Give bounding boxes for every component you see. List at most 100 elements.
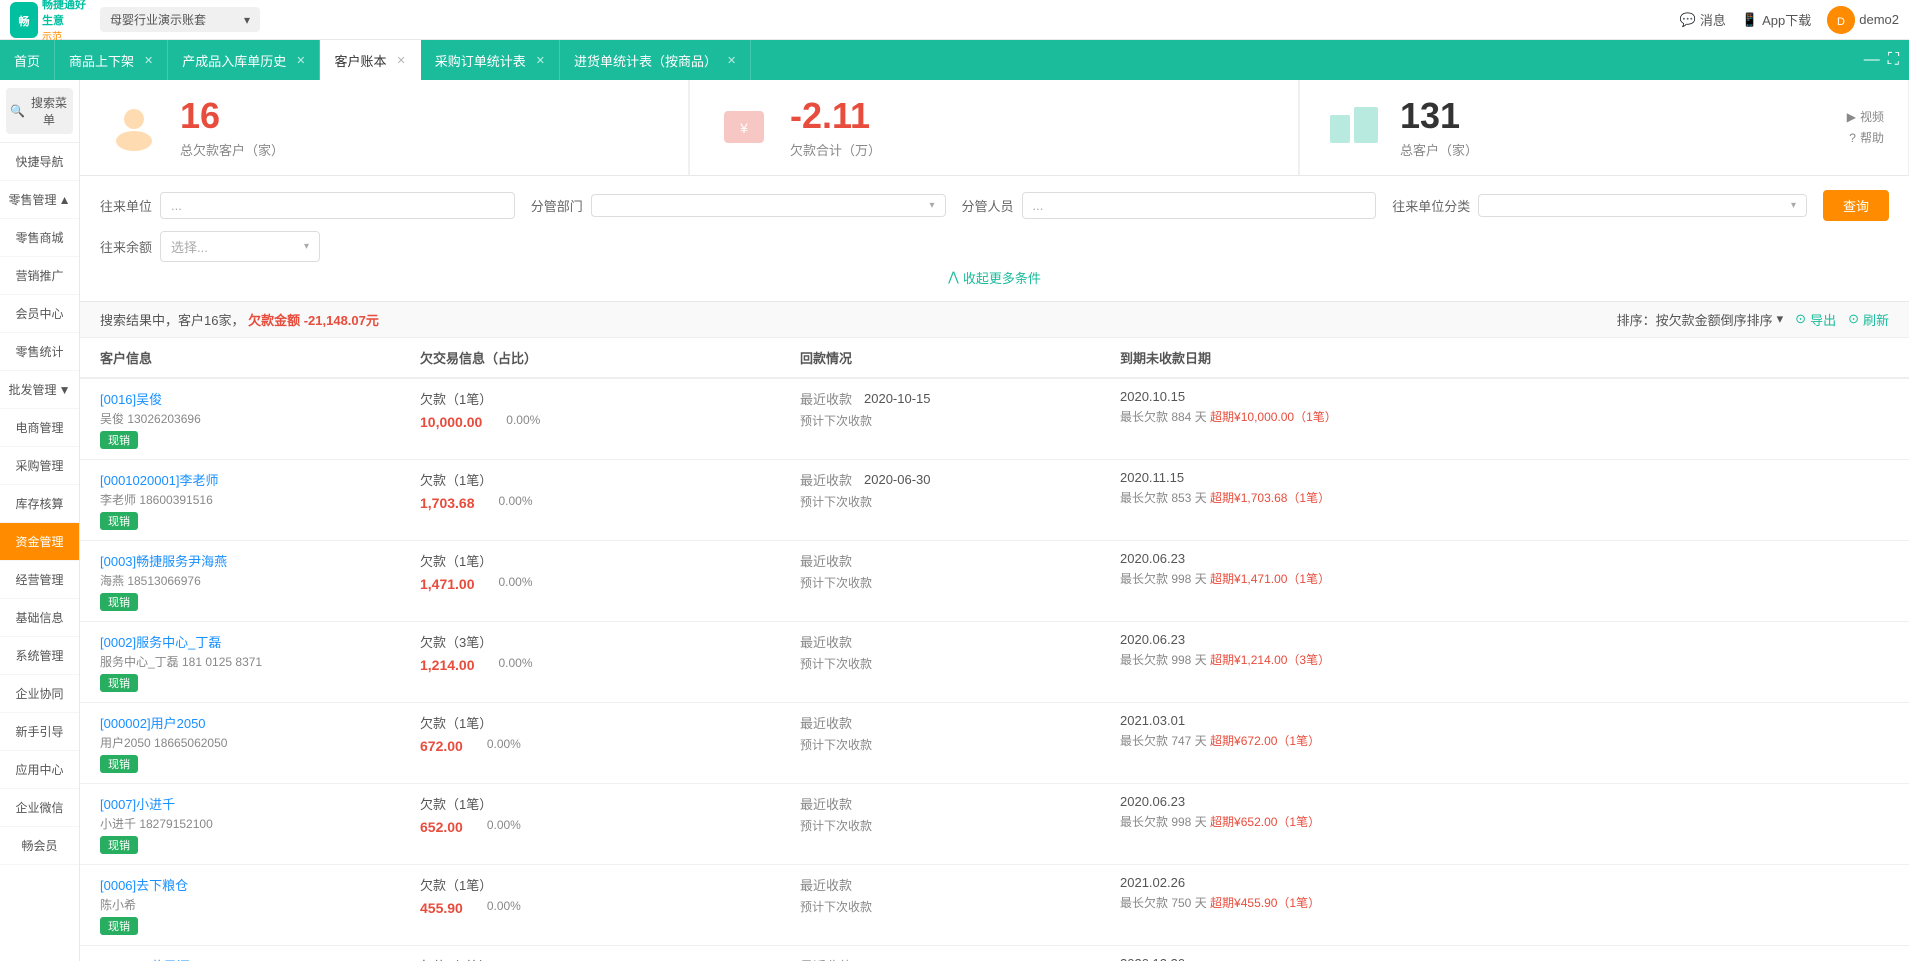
- sidebar-item-inventory[interactable]: 库存核算: [0, 485, 79, 523]
- customer-tag-1: 现销: [100, 512, 138, 530]
- due-date-6: 2021.02.26: [1120, 875, 1889, 890]
- store-selector[interactable]: 母婴行业演示账套 ▾: [100, 7, 260, 32]
- tab-close-import-stats[interactable]: ✕: [727, 54, 736, 67]
- sidebar-item-batch-mgmt[interactable]: 批发管理 ▼: [0, 371, 79, 409]
- from-unit-input[interactable]: ...: [160, 192, 515, 219]
- customer-contact-4: 用户2050 18665062050: [100, 734, 420, 751]
- balance-select[interactable]: 选择... ▾: [160, 231, 320, 262]
- tab-minimize-button[interactable]: —: [1864, 51, 1880, 69]
- tab-maximize-button[interactable]: ⛶: [1888, 51, 1899, 69]
- sidebar-item-purchase-mgmt[interactable]: 采购管理: [0, 447, 79, 485]
- overdue-link-6[interactable]: 超期¥455.90（1笔）: [1210, 896, 1320, 910]
- overdue-link-4[interactable]: 超期¥672.00（1笔）: [1210, 734, 1320, 748]
- app-download-button[interactable]: 📱 App下载: [1742, 10, 1811, 29]
- sidebar-item-app-center[interactable]: 应用中心: [0, 751, 79, 789]
- sidebar-item-business-mgmt[interactable]: 经营管理: [0, 561, 79, 599]
- sidebar-search-area: 🔍 搜索菜单: [0, 80, 79, 143]
- person-input[interactable]: ...: [1022, 192, 1377, 219]
- debt-row-4: 672.00 0.00%: [420, 734, 800, 754]
- sidebar-item-marketing[interactable]: 营销推广: [0, 257, 79, 295]
- recovery-row-2: 最近收款: [800, 551, 1120, 570]
- sidebar-item-capital-mgmt[interactable]: 资金管理: [0, 523, 79, 561]
- department-arrow-icon: ▾: [929, 200, 934, 211]
- tab-home[interactable]: 首页: [0, 40, 55, 80]
- sidebar-item-system-mgmt[interactable]: 系统管理: [0, 637, 79, 675]
- stat-debt-customers: 16 总欠款客户（家）: [80, 80, 689, 175]
- debt-amount-1: 1,703.68: [420, 495, 475, 511]
- stat-debt-amount-info: -2.11 欠款合计（万）: [790, 96, 881, 159]
- overdue-link-2[interactable]: 超期¥1,471.00（1笔）: [1210, 572, 1330, 586]
- unit-category-select[interactable]: ▾: [1478, 194, 1807, 217]
- customer-name-6[interactable]: [0006]去下粮仓: [100, 875, 420, 894]
- logo-icon: 畅: [10, 2, 38, 38]
- recovery-next-3: 预计下次收款: [800, 655, 1120, 672]
- customer-name-0[interactable]: [0016]吴俊: [100, 389, 420, 408]
- sort-select[interactable]: 排序：按欠款金额倒序排序 ▾: [1617, 310, 1784, 329]
- tab-production-history[interactable]: 产成品入库单历史 ✕: [168, 40, 320, 80]
- message-icon: 💬: [1680, 12, 1696, 28]
- search-button[interactable]: 查询: [1823, 190, 1889, 221]
- filter-from-unit: 往来单位 ...: [100, 192, 515, 219]
- search-menu-button[interactable]: 🔍 搜索菜单: [6, 88, 73, 134]
- customer-name-2[interactable]: [0003]畅捷服务尹海燕: [100, 551, 420, 570]
- sidebar-item-ecommerce[interactable]: 电商管理: [0, 409, 79, 447]
- sidebar-item-enterprise-wechat[interactable]: 企业微信: [0, 789, 79, 827]
- overdue-link-0[interactable]: 超期¥10,000.00（1笔）: [1210, 410, 1337, 424]
- due-date-0: 2020.10.15: [1120, 389, 1889, 404]
- due-info-4: 2021.03.01 最长欠款 747 天 超期¥672.00（1笔）: [1120, 713, 1889, 749]
- sidebar-item-quick-nav[interactable]: 快捷导航: [0, 143, 79, 181]
- customer-name-5[interactable]: [0007]小进千: [100, 794, 420, 813]
- stat-total-customers-info: 131 总客户（家）: [1400, 96, 1478, 159]
- sidebar-item-member-center[interactable]: 会员中心: [0, 295, 79, 333]
- message-button[interactable]: 💬 消息: [1680, 10, 1726, 29]
- debt-info-0: 欠款（1笔） 10,000.00 0.00%: [420, 389, 800, 430]
- sidebar-item-retail-stats[interactable]: 零售统计: [0, 333, 79, 371]
- overdue-link-1[interactable]: 超期¥1,703.68（1笔）: [1210, 491, 1330, 505]
- customer-name-4[interactable]: [000002]用户2050: [100, 713, 420, 732]
- sidebar-item-retail-mall[interactable]: 零售商城: [0, 219, 79, 257]
- customer-name-1[interactable]: [0001020001]李老师: [100, 470, 420, 489]
- filter-row-1: 往来单位 ... 分管部门 ▾ 分管人员: [100, 190, 1889, 221]
- overdue-link-3[interactable]: 超期¥1,214.00（3笔）: [1210, 653, 1330, 667]
- sidebar-item-enterprise-collab[interactable]: 企业协同: [0, 675, 79, 713]
- help-button[interactable]: ? 帮助: [1849, 129, 1884, 146]
- tab-customer-account[interactable]: 客户账本 ✕: [320, 40, 420, 80]
- video-button[interactable]: ▶ 视频: [1847, 108, 1884, 125]
- tab-close-production-history[interactable]: ✕: [296, 54, 305, 67]
- debt-row-0: 10,000.00 0.00%: [420, 410, 800, 430]
- table-row: [0002]服务中心_丁磊 服务中心_丁磊 181 0125 8371 现销 欠…: [80, 622, 1909, 703]
- sidebar-item-member-vip[interactable]: 畅会员: [0, 827, 79, 865]
- debt-label-0: 欠款（1笔）: [420, 389, 800, 408]
- user-avatar-area[interactable]: D demo2: [1827, 6, 1899, 34]
- export-button[interactable]: ⊙ 导出: [1795, 310, 1836, 329]
- recovery-row-1: 最近收款 2020-06-30: [800, 470, 1120, 489]
- tab-close-customer-account[interactable]: ✕: [397, 54, 406, 67]
- col-header-customer: 客户信息: [100, 348, 420, 367]
- overdue-link-5[interactable]: 超期¥652.00（1笔）: [1210, 815, 1320, 829]
- collapse-button[interactable]: ⋀ 收起更多条件: [100, 262, 1889, 293]
- tab-import-stats[interactable]: 进货单统计表（按商品） ✕: [560, 40, 751, 80]
- refresh-button[interactable]: ⊙ 刷新: [1848, 310, 1889, 329]
- recovery-row-7: 最近收款: [800, 956, 1120, 961]
- due-days-2: 最长欠款 998 天 超期¥1,471.00（1笔）: [1120, 570, 1889, 587]
- due-info-5: 2020.06.23 最长欠款 998 天 超期¥652.00（1笔）: [1120, 794, 1889, 830]
- debt-label-4: 欠款（1笔）: [420, 713, 800, 732]
- tab-purchase-stats[interactable]: 采购订单统计表 ✕: [421, 40, 560, 80]
- sidebar-item-basic-info[interactable]: 基础信息: [0, 599, 79, 637]
- department-select[interactable]: ▾: [591, 194, 946, 217]
- svg-text:D: D: [1837, 16, 1845, 28]
- table-row: [0007]小进千 小进千 18279152100 现销 欠款（1笔） 652.…: [80, 784, 1909, 865]
- customer-name-7[interactable]: [000001]黄思源: [100, 956, 420, 961]
- tab-close-purchase-stats[interactable]: ✕: [536, 54, 545, 67]
- debt-info-5: 欠款（1笔） 652.00 0.00%: [420, 794, 800, 835]
- sidebar-item-retail-mgmt[interactable]: 零售管理 ▲: [0, 181, 79, 219]
- sidebar-item-new-guide[interactable]: 新手引导: [0, 713, 79, 751]
- recovery-row-5: 最近收款: [800, 794, 1120, 813]
- customer-name-3[interactable]: [0002]服务中心_丁磊: [100, 632, 420, 651]
- tab-product-shelf[interactable]: 商品上下架 ✕: [55, 40, 168, 80]
- customer-tag-3: 现销: [100, 674, 138, 692]
- debt-info-3: 欠款（3笔） 1,214.00 0.00%: [420, 632, 800, 673]
- tab-close-product-shelf[interactable]: ✕: [144, 54, 153, 67]
- table-row: [000002]用户2050 用户2050 18665062050 现销 欠款（…: [80, 703, 1909, 784]
- table-area: 客户信息 欠交易信息（占比） 回款情况 到期未收款日期 [0016]吴俊 吴俊 …: [80, 338, 1909, 961]
